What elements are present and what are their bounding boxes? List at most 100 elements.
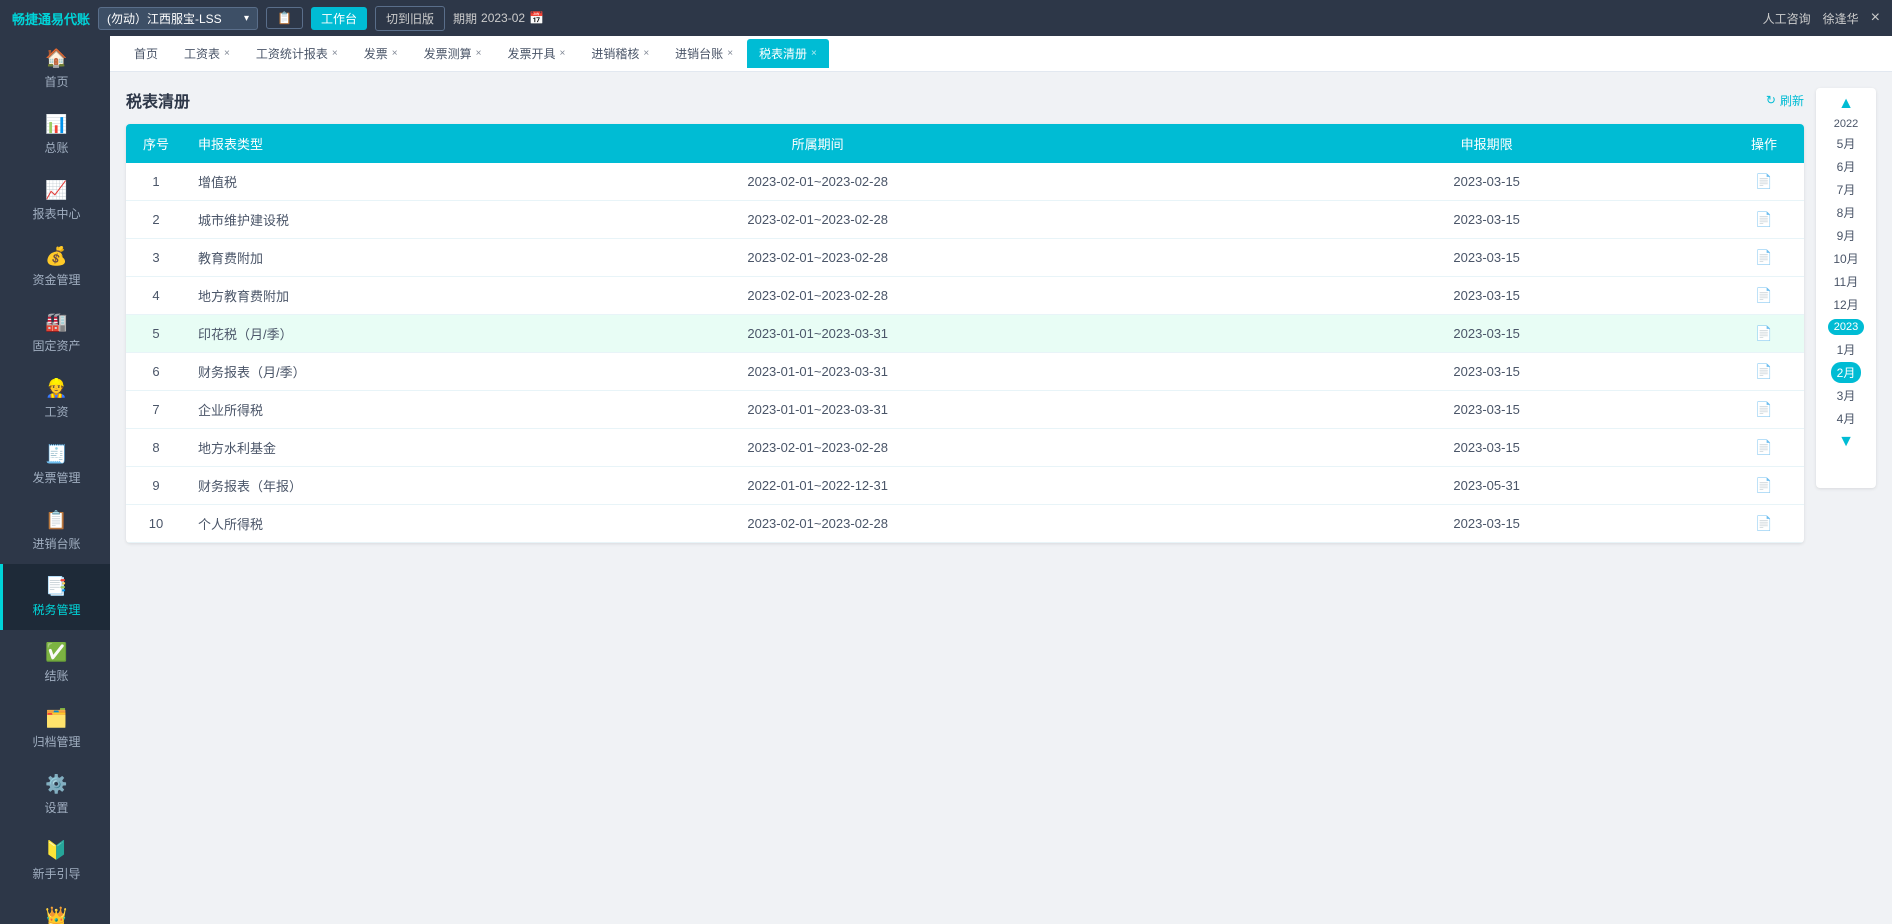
cell-deadline: 2023-03-15 bbox=[1249, 353, 1724, 391]
cell-deadline: 2023-05-31 bbox=[1249, 467, 1724, 505]
tab-inout-ledger[interactable]: 进销台账 × bbox=[663, 39, 745, 68]
cell-type: 城市维护建设税 bbox=[186, 201, 386, 239]
human-consult-btn[interactable]: 人工咨询 bbox=[1763, 10, 1811, 27]
cell-type: 个人所得税 bbox=[186, 505, 386, 543]
sidebar-item-home[interactable]: 🏠 首页 bbox=[0, 36, 110, 102]
sidebar-item-salary[interactable]: 👷 工资 bbox=[0, 366, 110, 432]
timeline-up-btn[interactable]: ▲ bbox=[1835, 92, 1857, 116]
timeline-month-1[interactable]: 1月 bbox=[1816, 338, 1876, 361]
tab-tax-list-label: 税表清册 bbox=[759, 45, 807, 62]
settings-icon: ⚙️ bbox=[45, 774, 67, 795]
sidebar-item-report[interactable]: 📈 报表中心 bbox=[0, 168, 110, 234]
sidebar-item-inout[interactable]: 📋 进销台账 bbox=[0, 498, 110, 564]
timeline-down-btn[interactable]: ▼ bbox=[1835, 430, 1857, 454]
tab-inout-ledger-close[interactable]: × bbox=[727, 48, 733, 59]
user-menu-btn[interactable]: 徐逢华 bbox=[1823, 10, 1859, 27]
sidebar-label-archive: 归档管理 bbox=[32, 733, 80, 750]
period-label: 期期 bbox=[453, 10, 477, 27]
timeline-month-3[interactable]: 3月 bbox=[1816, 384, 1876, 407]
workbench-btn[interactable]: 工作台 bbox=[311, 7, 367, 30]
tab-salary-stat-label: 工资统计报表 bbox=[256, 45, 328, 62]
action-icon[interactable]: 📄 bbox=[1755, 401, 1772, 417]
sidebar-item-member[interactable]: 👑 畅会员 bbox=[0, 894, 110, 924]
guide-icon: 🔰 bbox=[45, 840, 67, 861]
action-icon[interactable]: 📄 bbox=[1755, 363, 1772, 379]
sidebar-item-ledger[interactable]: 📊 总账 bbox=[0, 102, 110, 168]
calendar-icon[interactable]: 📅 bbox=[529, 11, 544, 25]
tab-inout-check-close[interactable]: × bbox=[643, 48, 649, 59]
cell-type: 地方水利基金 bbox=[186, 429, 386, 467]
action-icon[interactable]: 📄 bbox=[1755, 287, 1772, 303]
timeline-month-5[interactable]: 5月 bbox=[1816, 132, 1876, 155]
sidebar-item-settle[interactable]: ✅ 结账 bbox=[0, 630, 110, 696]
cell-period: 2023-01-01~2023-03-31 bbox=[386, 353, 1249, 391]
tab-invoice-open[interactable]: 发票开具 × bbox=[495, 39, 577, 68]
action-icon[interactable]: 📄 bbox=[1755, 325, 1772, 341]
tab-home[interactable]: 首页 bbox=[122, 39, 170, 68]
sidebar-label-capital: 资金管理 bbox=[32, 271, 80, 288]
page-content: 税表清册 ↻ 刷新 序号 申报表类型 所属期间 申报期限 操作 bbox=[110, 72, 1892, 924]
tab-salary-stat[interactable]: 工资统计报表 × bbox=[244, 39, 350, 68]
action-icon[interactable]: 📄 bbox=[1755, 173, 1772, 189]
cell-type: 教育费附加 bbox=[186, 239, 386, 277]
col-period: 所属期间 bbox=[386, 124, 1249, 163]
cell-period: 2023-01-01~2023-03-31 bbox=[386, 315, 1249, 353]
action-icon[interactable]: 📄 bbox=[1755, 249, 1772, 265]
sidebar-item-invoice[interactable]: 🧾 发票管理 bbox=[0, 432, 110, 498]
period-value: 2023-02 bbox=[481, 11, 525, 25]
tab-invoice-close[interactable]: × bbox=[392, 48, 398, 59]
cell-deadline: 2023-03-15 bbox=[1249, 505, 1724, 543]
top-header: 畅捷通易代账 (勿动）江西服宝-LSS ▾ 📋 工作台 切到旧版 期期 2023… bbox=[0, 0, 1892, 36]
timeline-month-10[interactable]: 10月 bbox=[1816, 247, 1876, 270]
sidebar-item-guide[interactable]: 🔰 新手引导 bbox=[0, 828, 110, 894]
tab-salary-stat-close[interactable]: × bbox=[332, 48, 338, 59]
sidebar: 🏠 首页 📊 总账 📈 报表中心 💰 资金管理 🏭 固定资产 👷 工资 🧾 发票… bbox=[0, 36, 110, 924]
timeline-month-11[interactable]: 11月 bbox=[1816, 270, 1876, 293]
tab-invoice-open-close[interactable]: × bbox=[559, 48, 565, 59]
cell-period: 2023-02-01~2023-02-28 bbox=[386, 429, 1249, 467]
cell-action: 📄 bbox=[1724, 467, 1804, 505]
copy-btn[interactable]: 📋 bbox=[266, 7, 303, 29]
refresh-button[interactable]: ↻ 刷新 bbox=[1766, 92, 1804, 109]
tab-tax-list-close[interactable]: × bbox=[811, 48, 817, 59]
timeline-month-7[interactable]: 7月 bbox=[1816, 178, 1876, 201]
timeline-month-12[interactable]: 12月 bbox=[1816, 293, 1876, 316]
tab-invoice-calc[interactable]: 发票测算 × bbox=[412, 39, 494, 68]
sidebar-label-settle: 结账 bbox=[44, 667, 68, 684]
sidebar-item-settings[interactable]: ⚙️ 设置 bbox=[0, 762, 110, 828]
cell-no: 5 bbox=[126, 315, 186, 353]
close-icon[interactable]: × bbox=[1871, 9, 1880, 27]
tab-invoice-calc-close[interactable]: × bbox=[476, 48, 482, 59]
action-icon[interactable]: 📄 bbox=[1755, 515, 1772, 531]
tab-salary-close[interactable]: × bbox=[224, 48, 230, 59]
data-table: 序号 申报表类型 所属期间 申报期限 操作 1 增值税 2023-02-01~2… bbox=[126, 124, 1804, 543]
cell-no: 2 bbox=[126, 201, 186, 239]
sidebar-item-capital[interactable]: 💰 资金管理 bbox=[0, 234, 110, 300]
tab-invoice-calc-label: 发票测算 bbox=[424, 45, 472, 62]
period-display: 期期 2023-02 📅 bbox=[453, 10, 544, 27]
action-icon[interactable]: 📄 bbox=[1755, 477, 1772, 493]
invoice-icon: 🧾 bbox=[45, 444, 67, 465]
timeline-month-6[interactable]: 6月 bbox=[1816, 155, 1876, 178]
company-selector[interactable]: (勿动）江西服宝-LSS ▾ bbox=[98, 7, 258, 30]
action-icon[interactable]: 📄 bbox=[1755, 211, 1772, 227]
sidebar-item-archive[interactable]: 🗂️ 归档管理 bbox=[0, 696, 110, 762]
timeline-month-8[interactable]: 8月 bbox=[1816, 201, 1876, 224]
tab-inout-check[interactable]: 进销稽核 × bbox=[579, 39, 661, 68]
timeline-month-9[interactable]: 9月 bbox=[1816, 224, 1876, 247]
sidebar-item-tax[interactable]: 📑 税务管理 bbox=[0, 564, 110, 630]
tab-salary[interactable]: 工资表 × bbox=[172, 39, 242, 68]
timeline-month-4[interactable]: 4月 bbox=[1816, 407, 1876, 430]
timeline-year-2023-badge[interactable]: 2023 bbox=[1828, 319, 1864, 335]
switch-old-btn[interactable]: 切到旧版 bbox=[375, 6, 445, 31]
tab-invoice[interactable]: 发票 × bbox=[352, 39, 410, 68]
tab-tax-list[interactable]: 税表清册 × bbox=[747, 39, 829, 68]
sidebar-item-fixed[interactable]: 🏭 固定资产 bbox=[0, 300, 110, 366]
table-header: 序号 申报表类型 所属期间 申报期限 操作 bbox=[126, 124, 1804, 163]
cell-type: 地方教育费附加 bbox=[186, 277, 386, 315]
timeline-month-2-active[interactable]: 2月 bbox=[1831, 362, 1862, 383]
cell-type: 财务报表（月/季） bbox=[186, 353, 386, 391]
action-icon[interactable]: 📄 bbox=[1755, 439, 1772, 455]
cell-type: 财务报表（年报） bbox=[186, 467, 386, 505]
cell-no: 4 bbox=[126, 277, 186, 315]
